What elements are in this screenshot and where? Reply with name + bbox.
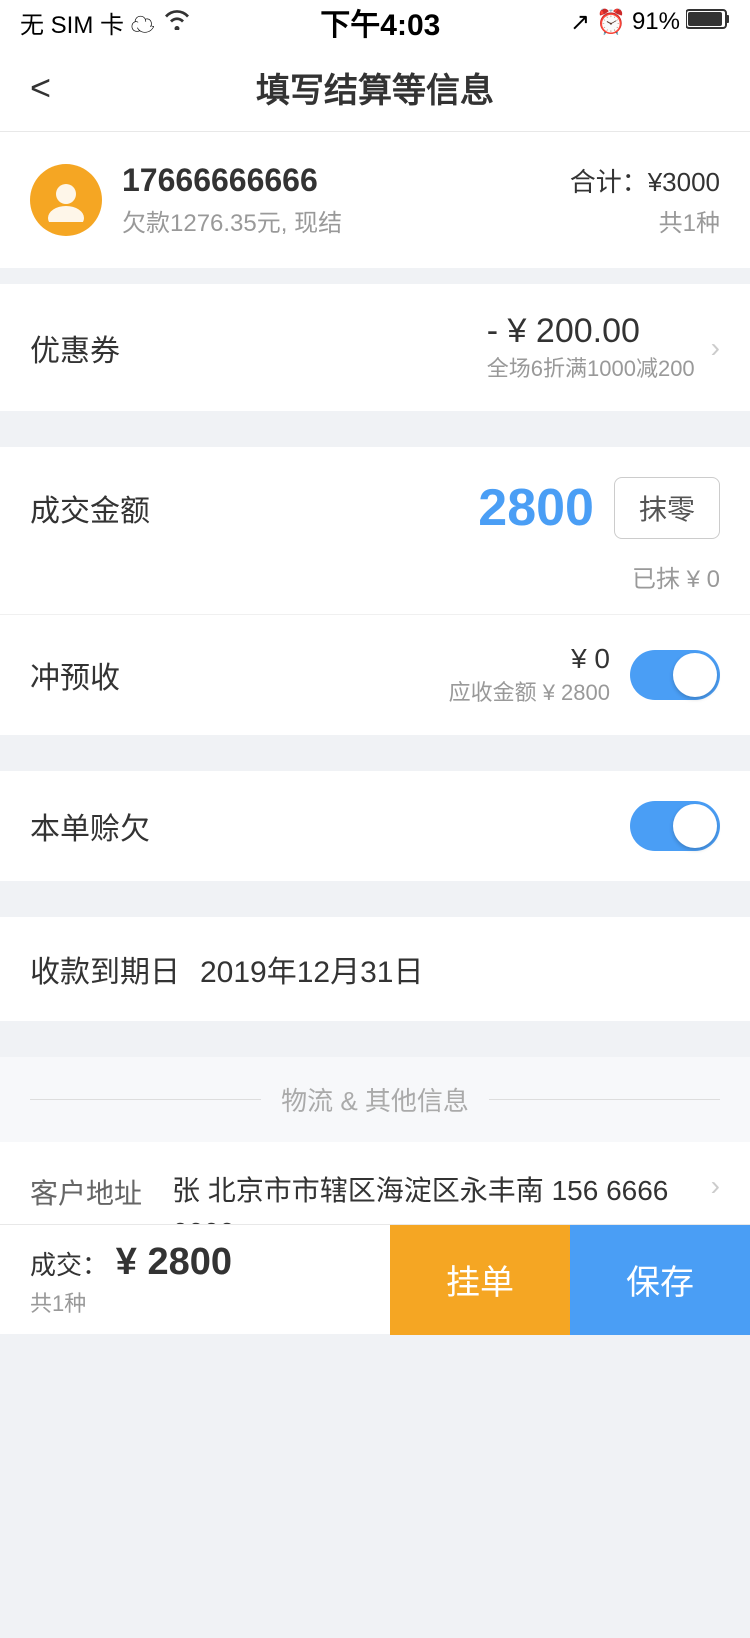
customer-total: 合计：¥3000 共1种	[570, 162, 720, 238]
summary-amount: ¥ 2800	[116, 1241, 232, 1283]
logistics-line-right	[489, 1099, 720, 1100]
wifi-icon	[163, 8, 191, 37]
logistics-header: 物流 & 其他信息	[0, 1057, 750, 1142]
amount-value: 2800	[478, 478, 594, 538]
debt-toggle[interactable]	[630, 801, 720, 851]
status-left: 无 SIM 卡 ☁	[20, 5, 191, 40]
customer-card: 17666666666 欠款1276.35元, 现结 合计：¥3000 共1种	[0, 132, 750, 268]
due-date-value: 2019年12月31日	[200, 947, 423, 991]
coupon-row[interactable]: 优惠券 - ¥ 200.00 全场6折满1000减200 ›	[0, 284, 750, 411]
debt-row: 本单赊欠	[0, 771, 750, 881]
alarm-icon: ⏰	[596, 8, 626, 37]
status-bar: 无 SIM 卡 ☁ 下午4:03 ↗ ⏰ 91%	[0, 0, 750, 44]
logistics-line-left	[30, 1099, 261, 1100]
page-title: 填写结算等信息	[256, 63, 494, 112]
prepay-receivable: 应收金额 ¥ 2800	[449, 675, 610, 707]
nav-bar: < 填写结算等信息	[0, 44, 750, 132]
logistics-title: 物流 & 其他信息	[281, 1081, 469, 1118]
prepay-right: ¥ 0 应收金额 ¥ 2800	[449, 643, 720, 707]
amount-row: 成交金额 2800 抹零	[0, 447, 750, 559]
address-chevron-icon: ›	[711, 1170, 720, 1202]
coupon-discount: - ¥ 200.00	[487, 312, 695, 351]
customer-left: 17666666666 欠款1276.35元, 现结	[30, 162, 342, 238]
due-date-label: 收款到期日	[30, 947, 180, 991]
summary-title-row: 成交： ¥ 2800	[30, 1241, 360, 1284]
address-label: 客户地址	[30, 1172, 142, 1212]
save-button[interactable]: 保存	[570, 1225, 750, 1335]
separator-2	[0, 751, 750, 771]
chevron-right-icon: ›	[711, 332, 720, 364]
content-area: 17666666666 欠款1276.35元, 现结 合计：¥3000 共1种 …	[0, 132, 750, 1638]
already-rounded: 已抹 ¥ 0	[0, 559, 750, 614]
separator-1	[0, 427, 750, 447]
amount-label: 成交金额	[30, 486, 150, 530]
debt-label: 本单赊欠	[30, 804, 150, 848]
amount-right: 2800 抹零	[478, 477, 720, 539]
bottom-bar: 成交： ¥ 2800 共1种 挂单 保存	[0, 1224, 750, 1334]
round-zero-button[interactable]: 抹零	[614, 477, 720, 539]
status-right: ↗ ⏰ 91%	[570, 8, 730, 37]
coupon-right: - ¥ 200.00 全场6折满1000减200 ›	[487, 312, 720, 383]
total-amount-label: 合计：¥3000	[570, 162, 720, 199]
customer-info: 17666666666 欠款1276.35元, 现结	[122, 162, 342, 238]
due-date-row: 收款到期日 2019年12月31日	[0, 917, 750, 1021]
separator-3	[0, 897, 750, 917]
customer-phone: 17666666666	[122, 162, 342, 199]
prepay-label: 冲预收	[30, 653, 120, 697]
bottom-summary: 成交： ¥ 2800 共1种	[0, 1241, 390, 1318]
summary-count: 共1种	[30, 1286, 360, 1318]
coupon-desc: 全场6折满1000减200	[487, 351, 695, 383]
back-button[interactable]: <	[30, 67, 51, 109]
amount-section: 成交金额 2800 抹零 已抹 ¥ 0 冲预收 ¥ 0 应收金额 ¥ 2800	[0, 447, 750, 735]
separator-4	[0, 1037, 750, 1057]
prepay-value-block: ¥ 0 应收金额 ¥ 2800	[449, 643, 610, 707]
summary-label: 成交：	[30, 1250, 108, 1280]
total-count: 共1种	[570, 203, 720, 238]
customer-debt: 欠款1276.35元, 现结	[122, 203, 342, 238]
sim-label: 无 SIM 卡 ☁	[20, 5, 155, 40]
coupon-label: 优惠券	[30, 326, 120, 370]
status-time: 下午4:03	[320, 0, 440, 44]
prepay-toggle[interactable]	[630, 650, 720, 700]
location-icon: ↗	[570, 8, 590, 37]
avatar	[30, 164, 102, 236]
battery-label: 91%	[632, 8, 680, 36]
hold-order-button[interactable]: 挂单	[390, 1225, 570, 1335]
battery-icon	[686, 8, 730, 37]
prepay-row: 冲预收 ¥ 0 应收金额 ¥ 2800	[0, 614, 750, 735]
prepay-amount: ¥ 0	[449, 643, 610, 675]
